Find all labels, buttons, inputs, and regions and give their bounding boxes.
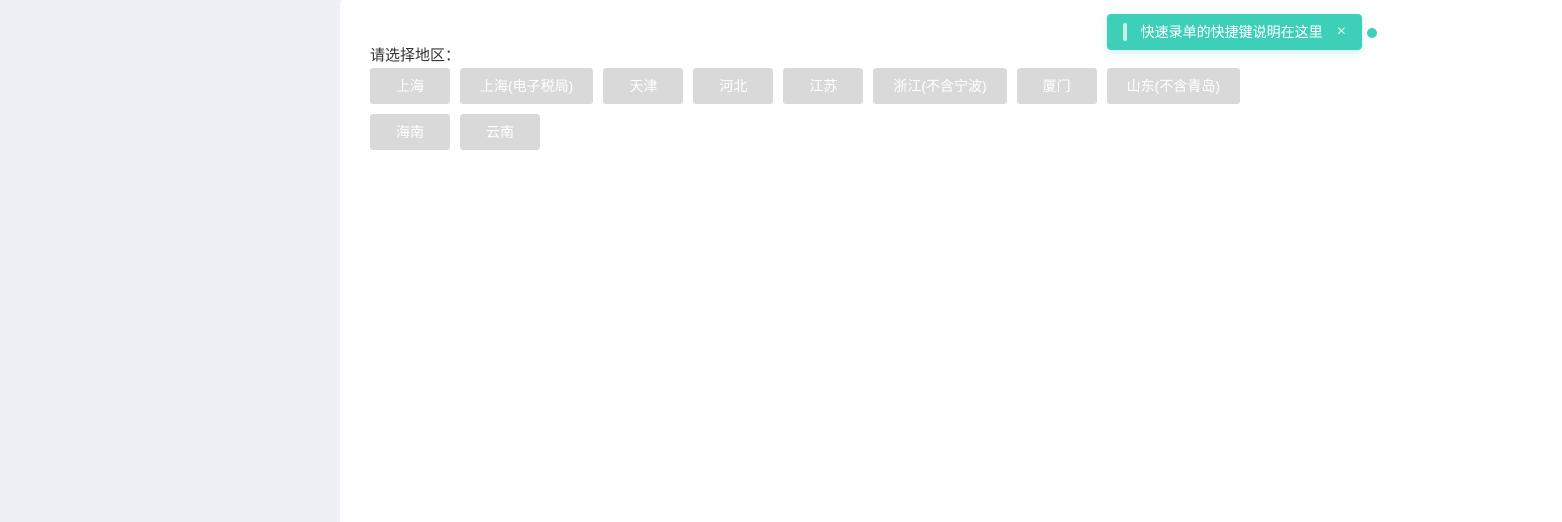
region-btn-hebei[interactable]: 河北	[693, 68, 773, 104]
region-btn-xiamen[interactable]: 厦门	[1017, 68, 1097, 104]
region-buttons-container: 上海 上海(电子税局) 天津 河北 江苏 浙江(不含宁波) 厦门 山东(不含青岛…	[370, 68, 1270, 150]
region-btn-shanghai[interactable]: 上海	[370, 68, 450, 104]
tooltip-bar-icon	[1123, 23, 1127, 41]
region-btn-yunnan[interactable]: 云南	[460, 114, 540, 150]
region-btn-zhejiang[interactable]: 浙江(不含宁波)	[873, 68, 1006, 104]
tooltip-text: 快速录单的快捷键说明在这里	[1141, 22, 1323, 42]
main-content: 请选择地区： 上海 上海(电子税局) 天津 河北 江苏 浙江(不含宁波) 厦门 …	[340, 0, 1562, 522]
sidebar	[0, 0, 340, 522]
region-btn-shanghai-etax[interactable]: 上海(电子税局)	[460, 68, 593, 104]
tooltip-close-button[interactable]: ×	[1337, 23, 1346, 41]
region-btn-tianjin[interactable]: 天津	[603, 68, 683, 104]
tooltip-dot	[1367, 28, 1377, 38]
region-label: 请选择地区：	[370, 44, 460, 65]
region-btn-jiangsu[interactable]: 江苏	[783, 68, 863, 104]
region-btn-hainan[interactable]: 海南	[370, 114, 450, 150]
region-btn-shandong[interactable]: 山东(不含青岛)	[1107, 68, 1240, 104]
tooltip-banner: 快速录单的快捷键说明在这里 ×	[1107, 14, 1362, 50]
